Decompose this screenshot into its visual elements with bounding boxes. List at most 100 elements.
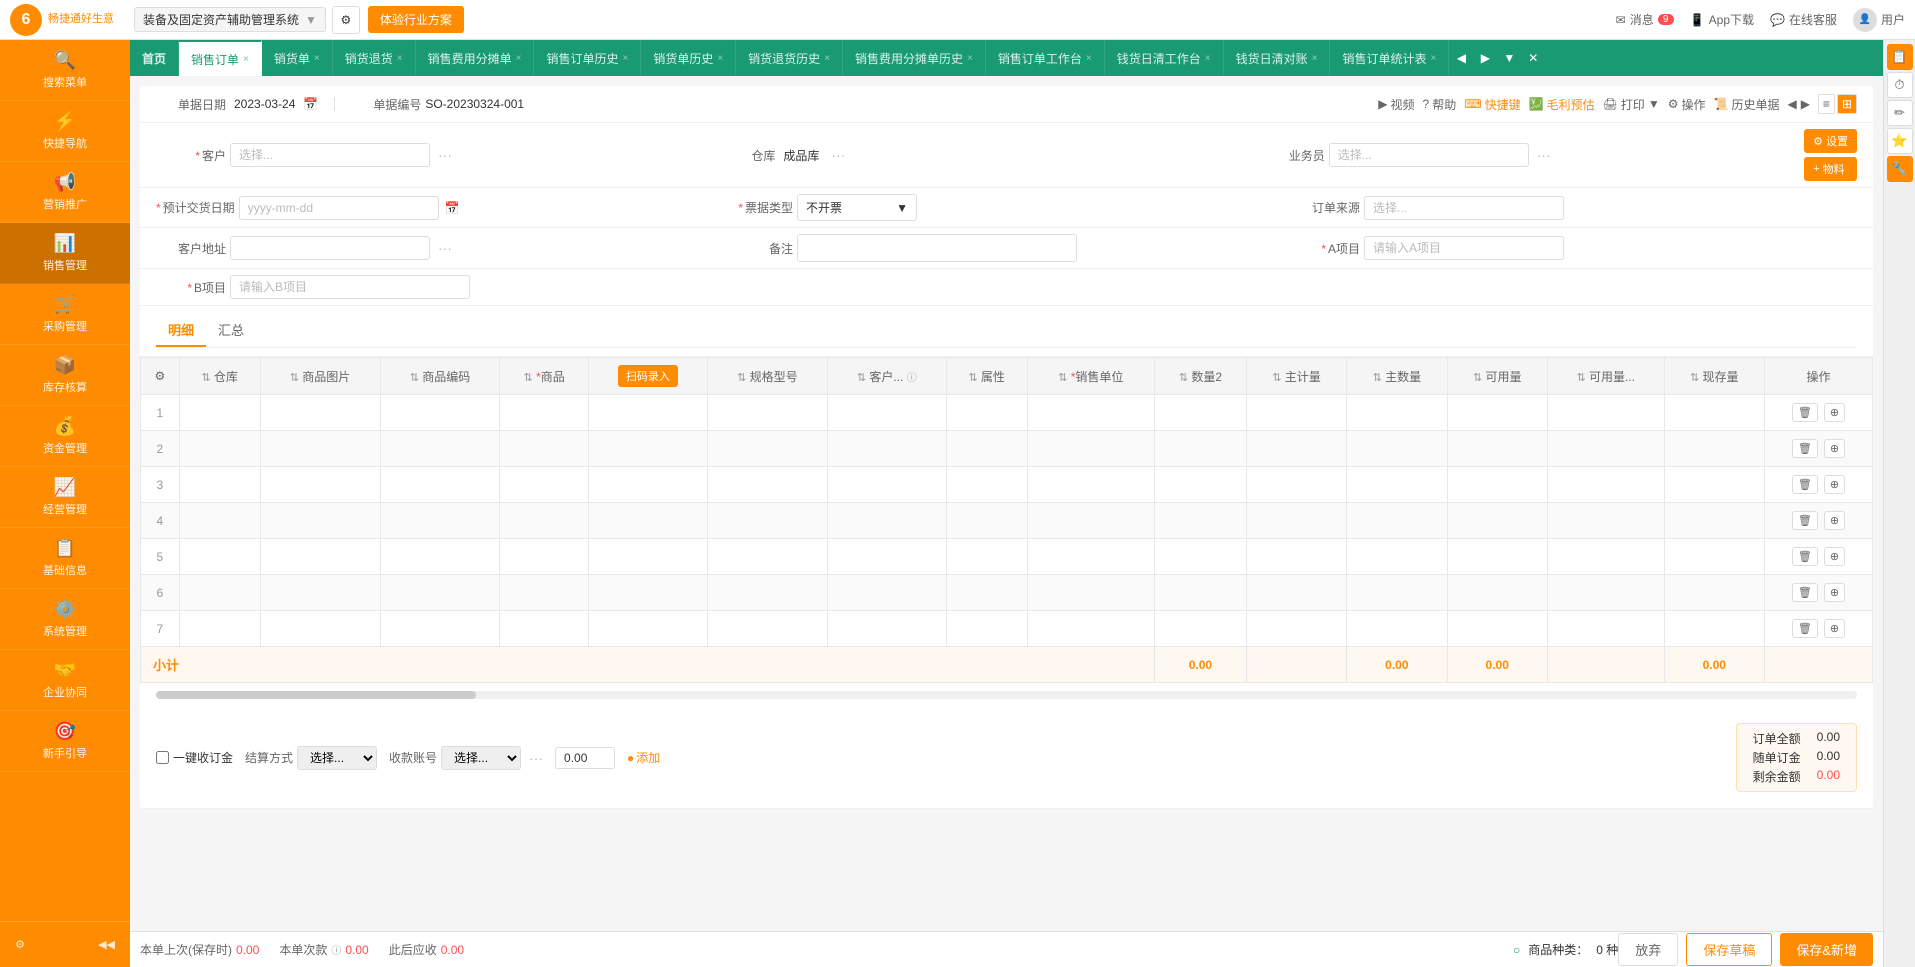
- save-new-button[interactable]: 保存&新增: [1780, 933, 1873, 966]
- sidebar-item-newbie[interactable]: 🎯 新手引导: [0, 711, 130, 772]
- sidebar-item-enterprise[interactable]: 🤝 企业协同: [0, 650, 130, 711]
- operation-btn[interactable]: ⚙ 操作: [1668, 96, 1706, 113]
- tab-close-all-btn[interactable]: ✕: [1521, 40, 1545, 76]
- right-panel-btn-2[interactable]: ⏱: [1887, 72, 1913, 98]
- sidebar-item-search[interactable]: 🔍 搜索菜单: [0, 40, 130, 101]
- right-panel-btn-5[interactable]: 🔧: [1887, 156, 1913, 182]
- row-6-copy-btn[interactable]: ⊕: [1824, 583, 1845, 602]
- history-btn[interactable]: 📜 历史单据: [1713, 96, 1779, 113]
- col-scan[interactable]: 扫码录入: [588, 358, 707, 395]
- row-1-spec[interactable]: [707, 395, 827, 431]
- tab-sales-return-close[interactable]: ×: [314, 53, 320, 64]
- row-1-unit[interactable]: [1027, 395, 1155, 431]
- online-service-button[interactable]: 💬 在线客服: [1770, 11, 1837, 28]
- help-btn[interactable]: ? 帮助: [1423, 96, 1457, 113]
- row-5-copy-btn[interactable]: ⊕: [1824, 547, 1845, 566]
- profit-btn[interactable]: 💹 毛利预估: [1529, 96, 1595, 113]
- sidebar-item-basic[interactable]: 📋 基础信息: [0, 528, 130, 589]
- delivery-calendar-icon[interactable]: 📅: [445, 201, 460, 215]
- solution-button[interactable]: 体验行业方案: [368, 6, 464, 33]
- row-7-delete-btn[interactable]: 🗑: [1792, 619, 1818, 638]
- tab-sales-order-history-close[interactable]: ×: [622, 53, 628, 64]
- tab-sales-fee-history-close[interactable]: ×: [967, 53, 973, 64]
- row-6-delete-btn[interactable]: 🗑: [1792, 583, 1818, 602]
- scan-button[interactable]: 扫码录入: [618, 365, 678, 387]
- staff-input[interactable]: [1329, 143, 1529, 167]
- delivery-input[interactable]: [239, 196, 439, 220]
- sidebar-item-inventory[interactable]: 📦 库存核算: [0, 345, 130, 406]
- row-1-copy-btn[interactable]: ⊕: [1824, 403, 1845, 422]
- tab-sales-return-history[interactable]: 销货单历史 ×: [641, 40, 736, 76]
- b-project-input[interactable]: [230, 275, 470, 299]
- right-panel-btn-4[interactable]: ⭐: [1887, 128, 1913, 154]
- tab-sales-workbench-close[interactable]: ×: [1086, 53, 1092, 64]
- row-1-product[interactable]: [500, 395, 588, 431]
- row-1-attribute[interactable]: [946, 395, 1027, 431]
- staff-more-icon[interactable]: ···: [1537, 147, 1551, 163]
- tab-sales-order-close[interactable]: ×: [243, 54, 249, 65]
- tab-sales-order[interactable]: 销售订单 ×: [179, 40, 262, 76]
- tab-sales-return[interactable]: 销货单 ×: [262, 40, 333, 76]
- message-button[interactable]: ✉ 消息 9: [1616, 11, 1674, 28]
- video-btn[interactable]: ▶ 视频: [1378, 96, 1414, 113]
- tab-sales-workbench[interactable]: 销售订单工作台 ×: [986, 40, 1105, 76]
- address-input[interactable]: [230, 236, 430, 260]
- settings-button[interactable]: ⚙: [332, 6, 360, 34]
- sidebar-collapse-btn[interactable]: ◀◀: [93, 930, 120, 959]
- address-more-icon[interactable]: ···: [438, 240, 452, 256]
- sidebar-settings-btn[interactable]: ⚙: [10, 930, 30, 959]
- account-select[interactable]: 选择...: [441, 746, 521, 770]
- row-3-delete-btn[interactable]: 🗑: [1792, 475, 1818, 494]
- row-4-copy-btn[interactable]: ⊕: [1824, 511, 1845, 530]
- tab-sales-refund-history-close[interactable]: ×: [824, 53, 830, 64]
- row-1-delete-btn[interactable]: 🗑: [1792, 403, 1818, 422]
- app-download-button[interactable]: 📱 App下载: [1690, 11, 1754, 28]
- row-2-delete-btn[interactable]: 🗑: [1792, 439, 1818, 458]
- sidebar-item-purchase[interactable]: 🛒 采购管理: [0, 284, 130, 345]
- tab-sales-refund[interactable]: 销货退货 ×: [333, 40, 416, 76]
- invoice-select[interactable]: 不开票 ▼: [797, 194, 917, 221]
- tab-sales-fee-split[interactable]: 销售费用分摊单 ×: [416, 40, 535, 76]
- nav-prev-btn[interactable]: ◀: [1787, 97, 1796, 111]
- tab-detail[interactable]: 明细: [156, 314, 206, 347]
- user-menu[interactable]: 👤 用户: [1853, 8, 1905, 32]
- order-source-input[interactable]: [1364, 196, 1564, 220]
- row-1-main-qty[interactable]: [1347, 395, 1447, 431]
- col-settings[interactable]: ⚙: [141, 358, 180, 395]
- row-7-copy-btn[interactable]: ⊕: [1824, 619, 1845, 638]
- nav-next-btn[interactable]: ▶: [1801, 97, 1810, 111]
- warehouse-more-icon[interactable]: ···: [831, 147, 845, 163]
- tab-sales-fee-history[interactable]: 销售费用分摊单历史 ×: [843, 40, 986, 76]
- tab-daily-reconcile[interactable]: 钱货日清对账 ×: [1224, 40, 1331, 76]
- row-1-warehouse[interactable]: [179, 395, 260, 431]
- tab-sales-refund-close[interactable]: ×: [397, 53, 403, 64]
- setting-btn[interactable]: ⚙ 设置: [1804, 129, 1857, 153]
- one-click-checkbox[interactable]: 一键收订金: [156, 749, 233, 766]
- tab-next-btn[interactable]: ▶: [1473, 40, 1497, 76]
- print-btn[interactable]: 🖨 打印 ▼: [1603, 96, 1660, 113]
- view-grid-btn[interactable]: ⊞: [1837, 94, 1857, 114]
- tab-daily-clear[interactable]: 钱货日清工作台 ×: [1105, 40, 1224, 76]
- settlement-select[interactable]: 选择...: [297, 746, 377, 770]
- tab-daily-reconcile-close[interactable]: ×: [1312, 53, 1318, 64]
- a-project-input[interactable]: [1364, 236, 1564, 260]
- tab-home[interactable]: 首页: [130, 40, 179, 76]
- row-1-code[interactable]: [380, 395, 500, 431]
- tab-daily-clear-close[interactable]: ×: [1205, 53, 1211, 64]
- customer-more-icon[interactable]: ···: [438, 147, 452, 163]
- sidebar-item-finance[interactable]: 💰 资金管理: [0, 406, 130, 467]
- sidebar-item-sales[interactable]: 📊 销售管理: [0, 223, 130, 284]
- shortcut-btn[interactable]: ⌨ 快捷键: [1464, 96, 1520, 113]
- row-1-qty2[interactable]: [1155, 395, 1247, 431]
- add-payment-btn[interactable]: ● 添加: [627, 749, 660, 766]
- tab-summary[interactable]: 汇总: [206, 314, 256, 347]
- tab-sales-stats[interactable]: 销售订单统计表 ×: [1330, 40, 1449, 76]
- row-2-copy-btn[interactable]: ⊕: [1824, 439, 1845, 458]
- row-3-copy-btn[interactable]: ⊕: [1824, 475, 1845, 494]
- row-4-delete-btn[interactable]: 🗑: [1792, 511, 1818, 530]
- table-scrollbar[interactable]: [140, 683, 1873, 707]
- customer-input[interactable]: [230, 143, 430, 167]
- sidebar-item-operation[interactable]: 📈 经营管理: [0, 467, 130, 528]
- remark-input[interactable]: [797, 234, 1077, 262]
- tab-sales-return-history-close[interactable]: ×: [717, 53, 723, 64]
